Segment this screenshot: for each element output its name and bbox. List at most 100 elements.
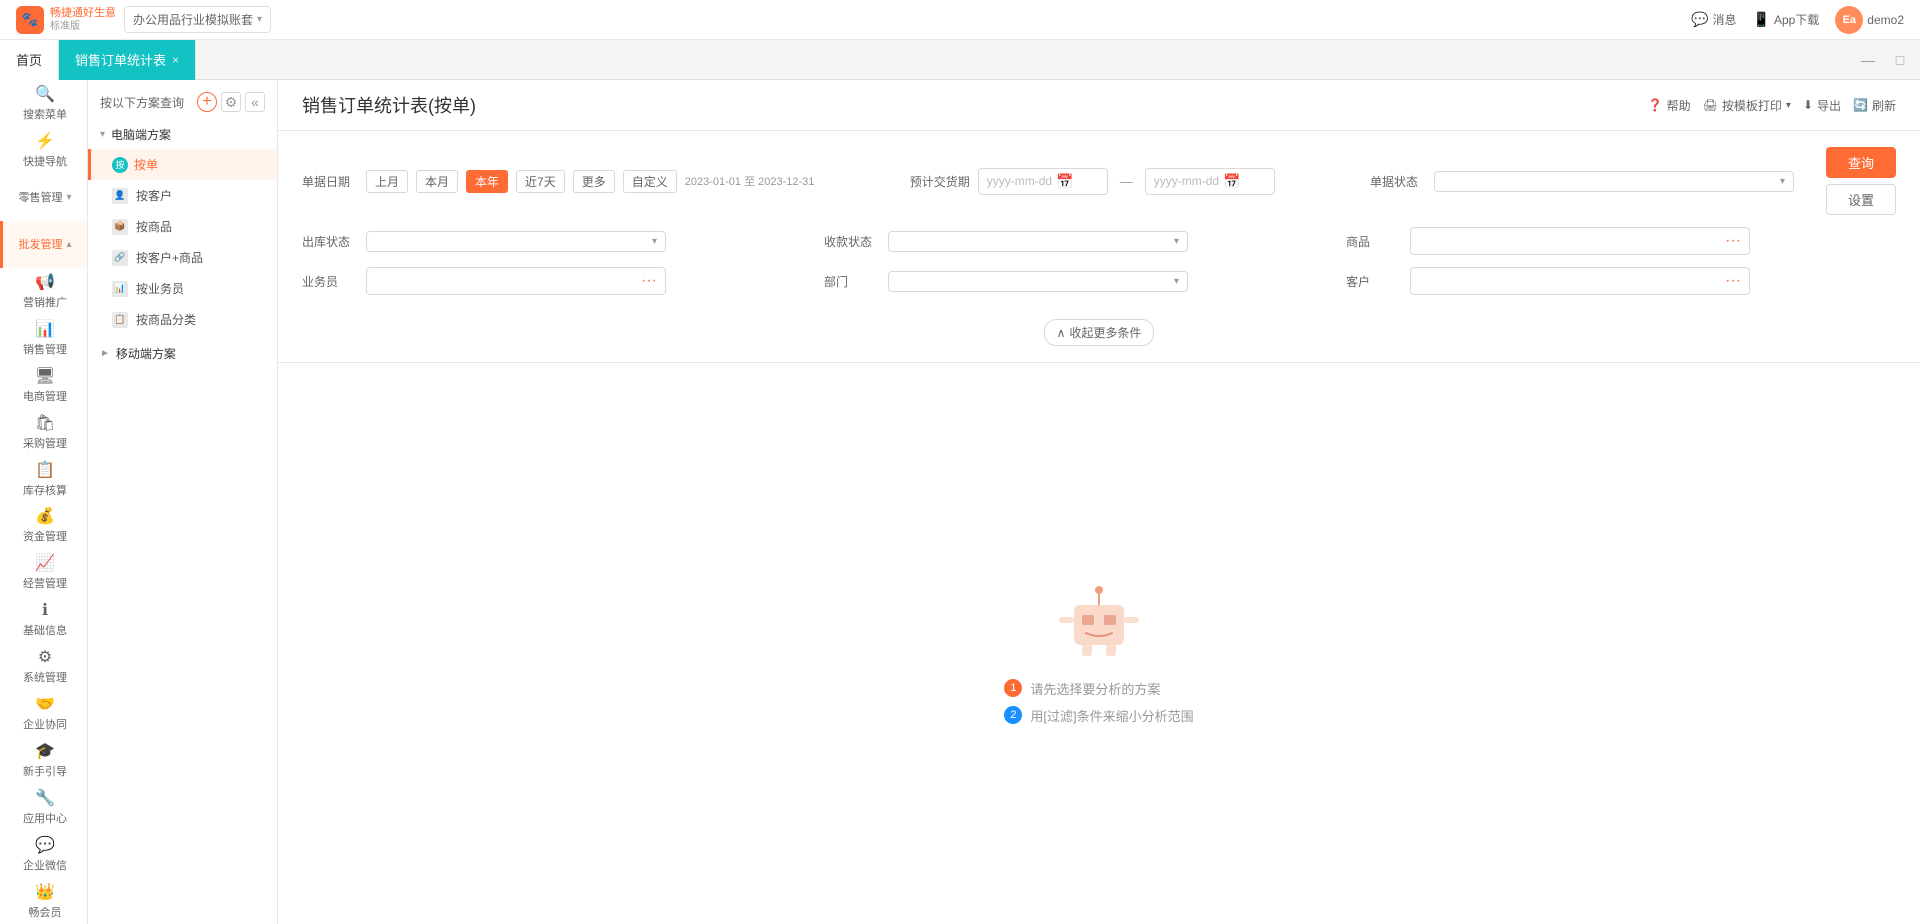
sidebar-item-newbie[interactable]: 🎓 新手引导	[0, 736, 87, 783]
calendar-end-icon[interactable]: 📅	[1223, 173, 1240, 190]
sidebar-item-search-menu[interactable]: 🔍 搜索菜单	[0, 80, 87, 127]
by-salesperson-icon: 📊	[112, 281, 128, 297]
product-input[interactable]: ···	[1410, 227, 1750, 255]
add-scheme-btn[interactable]: +	[197, 92, 217, 112]
empty-tip-1: 1 请先选择要分析的方案	[1004, 679, 1193, 698]
sidebar-item-wechat[interactable]: 💬 企业微信	[0, 830, 87, 877]
app-selector[interactable]: 办公用品行业模拟账套 ▾	[124, 6, 271, 33]
by-order-icon: 按	[112, 157, 128, 173]
sidebar-item-system[interactable]: ⚙ 系统管理	[0, 643, 87, 690]
print-action[interactable]: 🖨 按模板打印 ▾	[1703, 97, 1791, 114]
query-btn[interactable]: 查询	[1826, 147, 1896, 178]
delivery-status-select[interactable]: ▾	[366, 231, 666, 252]
empty-illustration	[1039, 563, 1159, 663]
quick-nav-icon: ⚡	[35, 131, 55, 151]
collapse-filters-btn[interactable]: ∧ 收起更多条件	[1044, 319, 1155, 346]
sidebar-item-wholesale[interactable]: 批发管理 ▴	[0, 221, 87, 268]
purchase-icon: 🛍	[35, 413, 55, 433]
collapse-icon: ∧	[1057, 326, 1066, 340]
sidebar-item-finance[interactable]: 💰 资金管理	[0, 502, 87, 549]
tree-item-by-order[interactable]: 按 按单	[88, 149, 277, 180]
sidebar-item-quick-nav[interactable]: ⚡ 快捷导航	[0, 127, 87, 174]
collapse-panel-btn[interactable]: «	[245, 92, 265, 112]
sidebar: 🔍 搜索菜单 ⚡ 快捷导航 零售管理 ▾ 批发管理 ▴ 📢 营销推广 📊 销售管…	[0, 80, 88, 924]
tab-minimize-btn[interactable]: —	[1856, 48, 1880, 72]
message-action[interactable]: 💬 消息	[1691, 11, 1736, 28]
action-buttons: 查询 设置	[1826, 147, 1896, 215]
date-btn-custom[interactable]: 自定义	[623, 170, 677, 193]
tree-group-pc-header[interactable]: ▾ 电脑端方案	[88, 120, 277, 149]
tree-group-mobile-header[interactable]: ► 移动端方案	[88, 339, 277, 368]
tab-sales-order-stats[interactable]: 销售订单统计表 ×	[59, 40, 196, 80]
tab-maximize-btn[interactable]: □	[1888, 48, 1912, 72]
tree-item-by-product[interactable]: 📦 按商品	[88, 211, 277, 242]
order-status-section: 单据状态 ▾	[1370, 171, 1794, 192]
department-select[interactable]: ▾	[888, 271, 1188, 292]
date-btn-this-year[interactable]: 本年	[466, 170, 508, 193]
sidebar-item-sales[interactable]: 📊 销售管理	[0, 314, 87, 361]
date-btn-last-month[interactable]: 上月	[366, 170, 408, 193]
product-section: 商品 ···	[1346, 227, 1750, 255]
tab-close-icon[interactable]: ×	[172, 53, 179, 67]
sidebar-item-purchase[interactable]: 🛍 采购管理	[0, 408, 87, 455]
logo-area: 🐾 畅捷通好生意 标准版	[16, 6, 116, 34]
print-arrow-icon: ▾	[1786, 100, 1791, 111]
app-download-action[interactable]: 📱 App下载	[1753, 11, 1820, 28]
customer-section: 客户 ···	[1346, 267, 1750, 295]
product-dots-icon[interactable]: ···	[1725, 232, 1741, 250]
retail-arrow-icon: ▾	[66, 192, 71, 203]
payment-status-select[interactable]: ▾	[888, 231, 1188, 252]
department-chevron-icon: ▾	[1174, 276, 1179, 287]
customer-input[interactable]: ···	[1410, 267, 1750, 295]
settings-btn[interactable]: 设置	[1826, 184, 1896, 215]
tree-item-by-salesperson[interactable]: 📊 按业务员	[88, 273, 277, 304]
date-btn-more[interactable]: 更多	[573, 170, 615, 193]
sales-icon: 📊	[35, 319, 55, 339]
empty-state: 1 请先选择要分析的方案 2 用[过滤]条件来缩小分析范围	[278, 363, 1920, 924]
sidebar-item-apps[interactable]: 🔧 应用中心	[0, 783, 87, 830]
date-shortcuts: 上月 本月 本年 近7天 更多 自定义	[366, 170, 677, 193]
mobile-group-arrow-icon: ►	[100, 348, 110, 359]
export-icon: ⬇	[1803, 98, 1813, 112]
tabbar-actions: — □	[1856, 48, 1920, 72]
newbie-icon: 🎓	[35, 741, 55, 761]
filter-row-3: 业务员 ··· 部门 ▾	[302, 267, 1896, 295]
tip-number-2: 2	[1004, 706, 1022, 724]
settings-scheme-btn[interactable]: ⚙	[221, 92, 241, 112]
inventory-icon: 📋	[35, 460, 55, 480]
sidebar-item-retail[interactable]: 零售管理 ▾	[0, 174, 87, 221]
department-section: 部门 ▾	[824, 271, 1188, 292]
sidebar-item-enterprise[interactable]: 🤝 企业协同	[0, 690, 87, 737]
payment-status-chevron-icon: ▾	[1174, 236, 1179, 247]
sidebar-item-operations[interactable]: 📈 经营管理	[0, 549, 87, 596]
search-menu-icon: 🔍	[35, 84, 55, 104]
message-icon: 💬	[1691, 11, 1708, 28]
date-btn-this-month[interactable]: 本月	[416, 170, 458, 193]
refresh-action[interactable]: 🔄 刷新	[1853, 97, 1896, 114]
calendar-start-icon[interactable]: 📅	[1056, 173, 1073, 190]
page-title: 销售订单统计表(按单)	[302, 92, 476, 118]
customer-dots-icon[interactable]: ···	[1725, 272, 1741, 290]
sidebar-item-marketing[interactable]: 📢 营销推广	[0, 268, 87, 315]
sidebar-item-vip[interactable]: 👑 畅会员	[0, 877, 87, 924]
date-btn-7days[interactable]: 近7天	[516, 170, 565, 193]
expected-date-start-input[interactable]: yyyy-mm-dd 📅	[978, 168, 1108, 195]
user-area[interactable]: Ea demo2	[1835, 6, 1904, 34]
salesperson-dots-icon[interactable]: ···	[641, 272, 657, 290]
expected-date-end-input[interactable]: yyyy-mm-dd 📅	[1145, 168, 1275, 195]
salesperson-input[interactable]: ···	[366, 267, 666, 295]
export-action[interactable]: ⬇ 导出	[1803, 97, 1841, 114]
tree-item-by-customer[interactable]: 👤 按客户	[88, 180, 277, 211]
sidebar-item-ecommerce[interactable]: 🖥 电商管理	[0, 361, 87, 408]
tree-group-mobile: ► 移动端方案	[88, 339, 277, 368]
tree-item-by-customer-product[interactable]: 🔗 按客户+商品	[88, 242, 277, 273]
sidebar-item-inventory[interactable]: 📋 库存核算	[0, 455, 87, 502]
sidebar-item-basics[interactable]: ℹ 基础信息	[0, 596, 87, 643]
apps-icon: 🔧	[35, 788, 55, 808]
order-status-select[interactable]: ▾	[1434, 171, 1794, 192]
tab-home[interactable]: 首页	[0, 40, 59, 80]
pc-group-arrow-icon: ▾	[100, 129, 105, 140]
tip-number-1: 1	[1004, 679, 1022, 697]
help-action[interactable]: ❓ 帮助	[1648, 97, 1691, 114]
tree-item-by-category[interactable]: 📋 按商品分类	[88, 304, 277, 335]
